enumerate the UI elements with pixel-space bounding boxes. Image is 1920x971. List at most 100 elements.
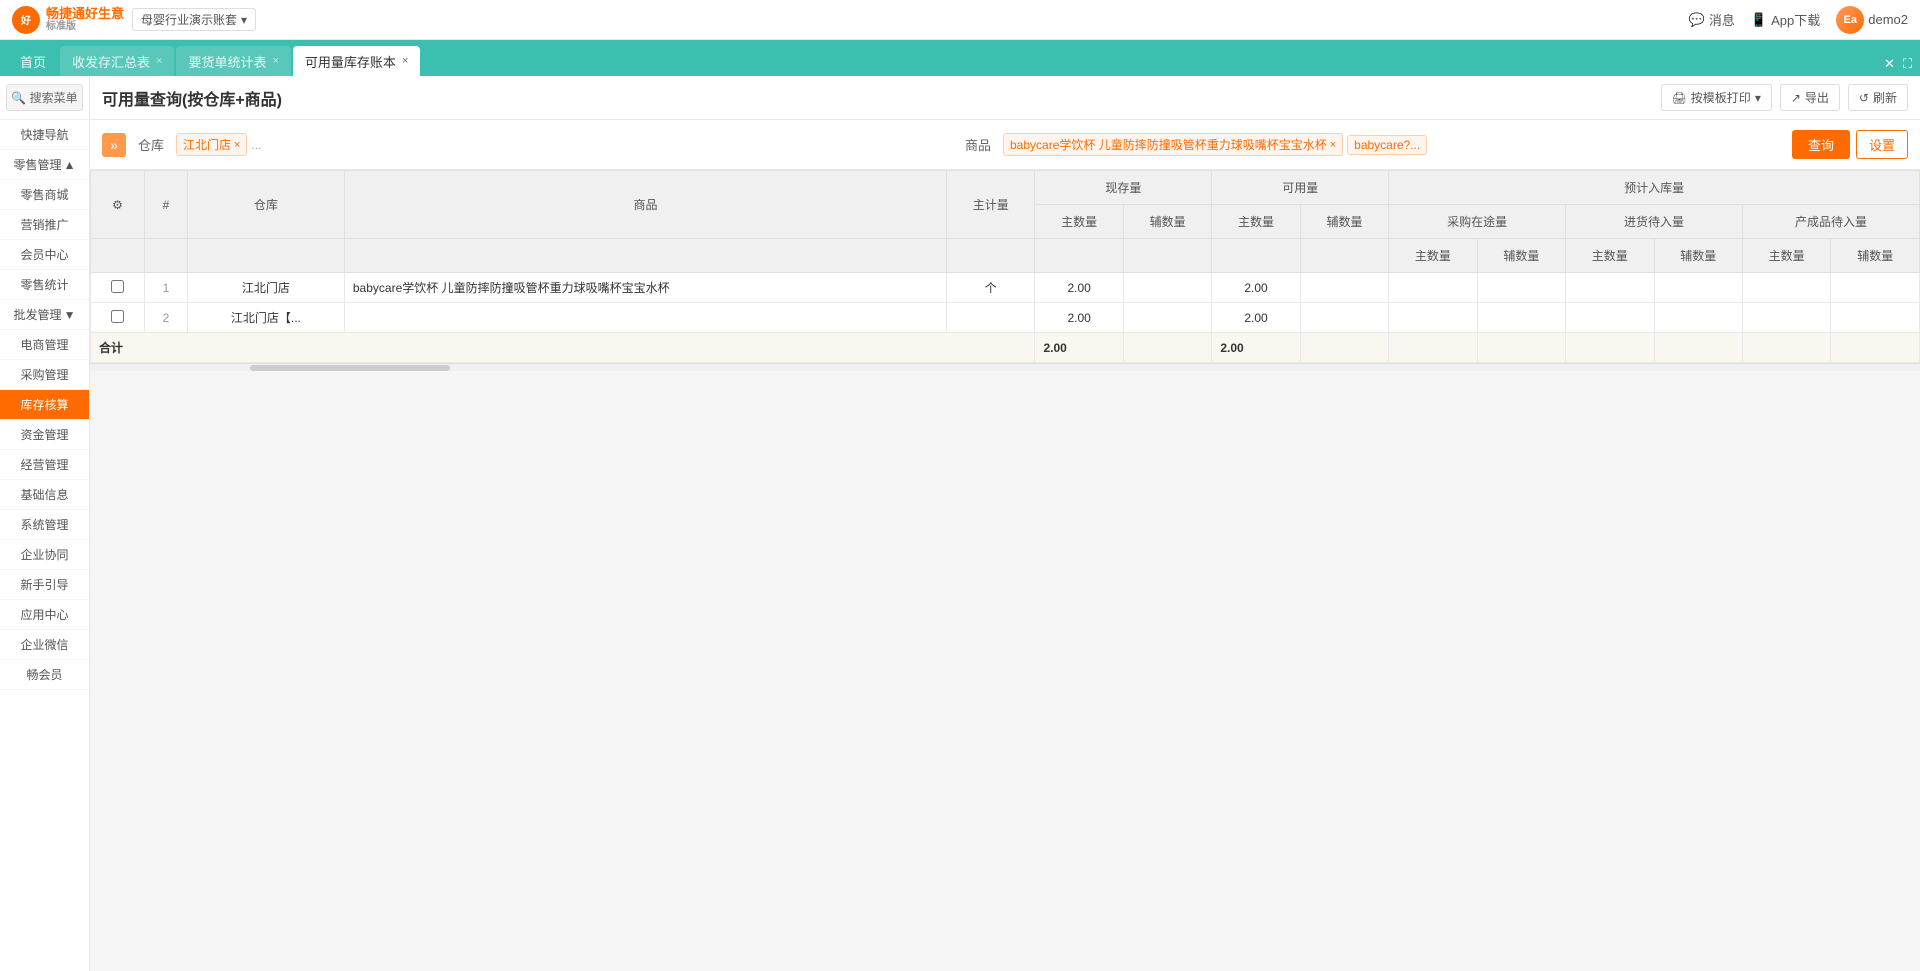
scrollbar-thumb[interactable] bbox=[250, 365, 450, 371]
row-product-0: babycare学饮杯 儿童防摔防撞吸管杯重力球吸嘴杯宝宝水杯 bbox=[344, 273, 946, 303]
top-bar-left: 好 畅捷通好生意 标准版 母婴行业演示账套 ▾ bbox=[12, 6, 256, 34]
industry-select[interactable]: 母婴行业演示账套 ▾ bbox=[132, 8, 256, 31]
app-download-btn[interactable]: 📱 App下载 bbox=[1751, 10, 1820, 29]
sidebar-item-basic-info[interactable]: 基础信息 bbox=[0, 480, 89, 510]
sidebar-basic-info-label: 基础信息 bbox=[20, 488, 68, 502]
settings-gear-icon[interactable]: ⚙ bbox=[112, 198, 123, 212]
product-tag2: babycare?... bbox=[1347, 135, 1427, 155]
sidebar-item-member-plus[interactable]: 畅会员 bbox=[0, 660, 89, 690]
page-header: 可用量查询(按仓库+商品) 🖨 按模板打印 ▾ ↗ 导出 ↺ 刷新 bbox=[90, 76, 1920, 120]
bottom-scrollbar[interactable] bbox=[90, 363, 1920, 371]
filter-actions: 查询 设置 bbox=[1792, 130, 1908, 159]
export-btn[interactable]: ↗ 导出 bbox=[1780, 84, 1840, 111]
tab-available-inventory-close[interactable]: × bbox=[402, 55, 408, 67]
table-body: 1 江北门店 babycare学饮杯 儿童防摔防撞吸管杯重力球吸嘴杯宝宝水杯 个… bbox=[91, 273, 1920, 333]
sidebar-item-retail-mall[interactable]: 零售商城 bbox=[0, 180, 89, 210]
th-settings: ⚙ bbox=[91, 171, 145, 239]
sidebar-item-app-center[interactable]: 应用中心 bbox=[0, 600, 89, 630]
warehouse-more[interactable]: ... bbox=[251, 138, 261, 152]
sidebar-item-member-center[interactable]: 会员中心 bbox=[0, 240, 89, 270]
table-wrapper: ⚙ # 仓库 商品 主计量 现存量 可用量 预计入库量 主数量 辅 bbox=[90, 170, 1920, 363]
page-section: 可用量查询(按仓库+商品) 🖨 按模板打印 ▾ ↗ 导出 ↺ 刷新 bbox=[90, 76, 1920, 371]
refresh-btn[interactable]: ↺ 刷新 bbox=[1848, 84, 1908, 111]
table-footer-row: 合计 2.00 2.00 bbox=[91, 333, 1920, 363]
row-goods-aux-1 bbox=[1654, 303, 1742, 333]
th-empty4 bbox=[344, 239, 946, 273]
th-avail-main: 主数量 bbox=[1212, 205, 1300, 239]
sidebar-item-operation-mgmt[interactable]: 经营管理 bbox=[0, 450, 89, 480]
top-bar: 好 畅捷通好生意 标准版 母婴行业演示账套 ▾ 💬 消息 📱 App下载 Ea … bbox=[0, 0, 1920, 40]
sidebar-item-marketing[interactable]: 营销推广 bbox=[0, 210, 89, 240]
th-empty3 bbox=[187, 239, 344, 273]
sidebar-item-retail-mgmt[interactable]: 零售管理 ▲ bbox=[0, 150, 89, 180]
footer-goods-aux bbox=[1654, 333, 1742, 363]
search-menu-btn[interactable]: 🔍 搜索菜单 bbox=[6, 84, 83, 111]
row-purchase-aux-1 bbox=[1477, 303, 1565, 333]
tab-receipt-summary[interactable]: 收发存汇总表 × bbox=[60, 46, 174, 76]
nav-right-icons: ✕ ⛶ bbox=[1884, 56, 1912, 76]
refresh-icon: ↺ bbox=[1859, 91, 1869, 105]
th-stock-main: 主数量 bbox=[1035, 205, 1123, 239]
row-purchase-aux-0 bbox=[1477, 273, 1565, 303]
chevron-print-icon: ▾ bbox=[1755, 91, 1761, 105]
avatar: Ea bbox=[1836, 6, 1864, 34]
tab-order-stats-close[interactable]: × bbox=[272, 55, 278, 67]
content-area: 可用量查询(按仓库+商品) 🖨 按模板打印 ▾ ↗ 导出 ↺ 刷新 bbox=[90, 76, 1920, 971]
sidebar-item-quick-nav[interactable]: 快捷导航 bbox=[0, 120, 89, 150]
tab-home[interactable]: 首页 bbox=[8, 46, 58, 76]
sidebar-item-ecommerce-mgmt[interactable]: 电商管理 bbox=[0, 330, 89, 360]
tab-available-inventory[interactable]: 可用量库存账本 × bbox=[293, 46, 420, 76]
row-prod-main-1 bbox=[1742, 303, 1830, 333]
warehouse-tag-remove[interactable]: × bbox=[234, 139, 240, 151]
filter-bar: » 仓库 江北门店 × ... 商品 babycare学饮杯 儿童防摔防撞吸管杯… bbox=[90, 120, 1920, 170]
tab-home-label: 首页 bbox=[20, 52, 46, 71]
footer-prod-main bbox=[1742, 333, 1830, 363]
product-tag1-remove[interactable]: × bbox=[1330, 139, 1336, 151]
sidebar-new-guide-label: 新手引导 bbox=[20, 578, 68, 592]
sidebar-item-purchase-mgmt[interactable]: 采购管理 bbox=[0, 360, 89, 390]
tab-order-stats[interactable]: 要货单统计表 × bbox=[176, 46, 290, 76]
sidebar-item-sys-mgmt[interactable]: 系统管理 bbox=[0, 510, 89, 540]
sidebar-item-retail-stats[interactable]: 零售统计 bbox=[0, 270, 89, 300]
sidebar-item-wholesale-mgmt[interactable]: 批发管理 ▼ bbox=[0, 300, 89, 330]
sidebar-item-finance-mgmt[interactable]: 资金管理 bbox=[0, 420, 89, 450]
sidebar-search-area: 🔍 搜索菜单 bbox=[0, 76, 89, 120]
sidebar-purchase-mgmt-label: 采购管理 bbox=[20, 368, 68, 382]
warehouse-tag-text: 江北门店 bbox=[183, 136, 231, 153]
app-icon: 📱 bbox=[1751, 12, 1767, 28]
message-btn[interactable]: 💬 消息 bbox=[1689, 10, 1735, 29]
fullscreen-btn[interactable]: ⛶ bbox=[1903, 56, 1912, 72]
footer-avail-main: 2.00 bbox=[1212, 333, 1300, 363]
th-goods-aux: 辅数量 bbox=[1654, 239, 1742, 273]
th-empty7 bbox=[1123, 239, 1211, 273]
logo-sub: 标准版 bbox=[46, 21, 124, 33]
export-label: 导出 bbox=[1805, 89, 1829, 106]
query-button[interactable]: 查询 bbox=[1792, 130, 1850, 159]
message-icon: 💬 bbox=[1689, 12, 1705, 28]
sidebar-item-new-guide[interactable]: 新手引导 bbox=[0, 570, 89, 600]
user-area[interactable]: Ea demo2 bbox=[1836, 6, 1908, 34]
sidebar-wholesale-mgmt-label: 批发管理 bbox=[14, 306, 62, 323]
page-header-actions: 🖨 按模板打印 ▾ ↗ 导出 ↺ 刷新 bbox=[1661, 84, 1908, 111]
footer-label: 合计 bbox=[91, 333, 1035, 363]
sidebar-item-enterprise-collab[interactable]: 企业协同 bbox=[0, 540, 89, 570]
settings-button[interactable]: 设置 bbox=[1856, 130, 1908, 159]
row-index-1: 2 bbox=[145, 303, 188, 333]
sidebar-item-enterprise-wechat[interactable]: 企业微信 bbox=[0, 630, 89, 660]
th-product: 商品 bbox=[344, 171, 946, 239]
row-avail-main-1: 2.00 bbox=[1212, 303, 1300, 333]
tab-receipt-summary-close[interactable]: × bbox=[156, 55, 162, 67]
footer-stock-main: 2.00 bbox=[1035, 333, 1123, 363]
page-title: 可用量查询(按仓库+商品) bbox=[102, 86, 282, 110]
filter-toggle-btn[interactable]: » bbox=[102, 133, 126, 157]
row-checkbox-0[interactable] bbox=[91, 273, 145, 303]
close-all-btn[interactable]: ✕ bbox=[1884, 56, 1895, 72]
th-prod-main: 主数量 bbox=[1742, 239, 1830, 273]
sidebar-retail-mgmt-label: 零售管理 bbox=[14, 156, 62, 173]
sidebar-item-inventory-check[interactable]: 库存核算 bbox=[0, 390, 89, 420]
print-template-btn[interactable]: 🖨 按模板打印 ▾ bbox=[1661, 84, 1772, 111]
row-checkbox-1[interactable] bbox=[91, 303, 145, 333]
row-stock-main-1: 2.00 bbox=[1035, 303, 1123, 333]
sidebar-quick-nav-label: 快捷导航 bbox=[20, 128, 68, 142]
th-purchase-main: 主数量 bbox=[1389, 239, 1477, 273]
